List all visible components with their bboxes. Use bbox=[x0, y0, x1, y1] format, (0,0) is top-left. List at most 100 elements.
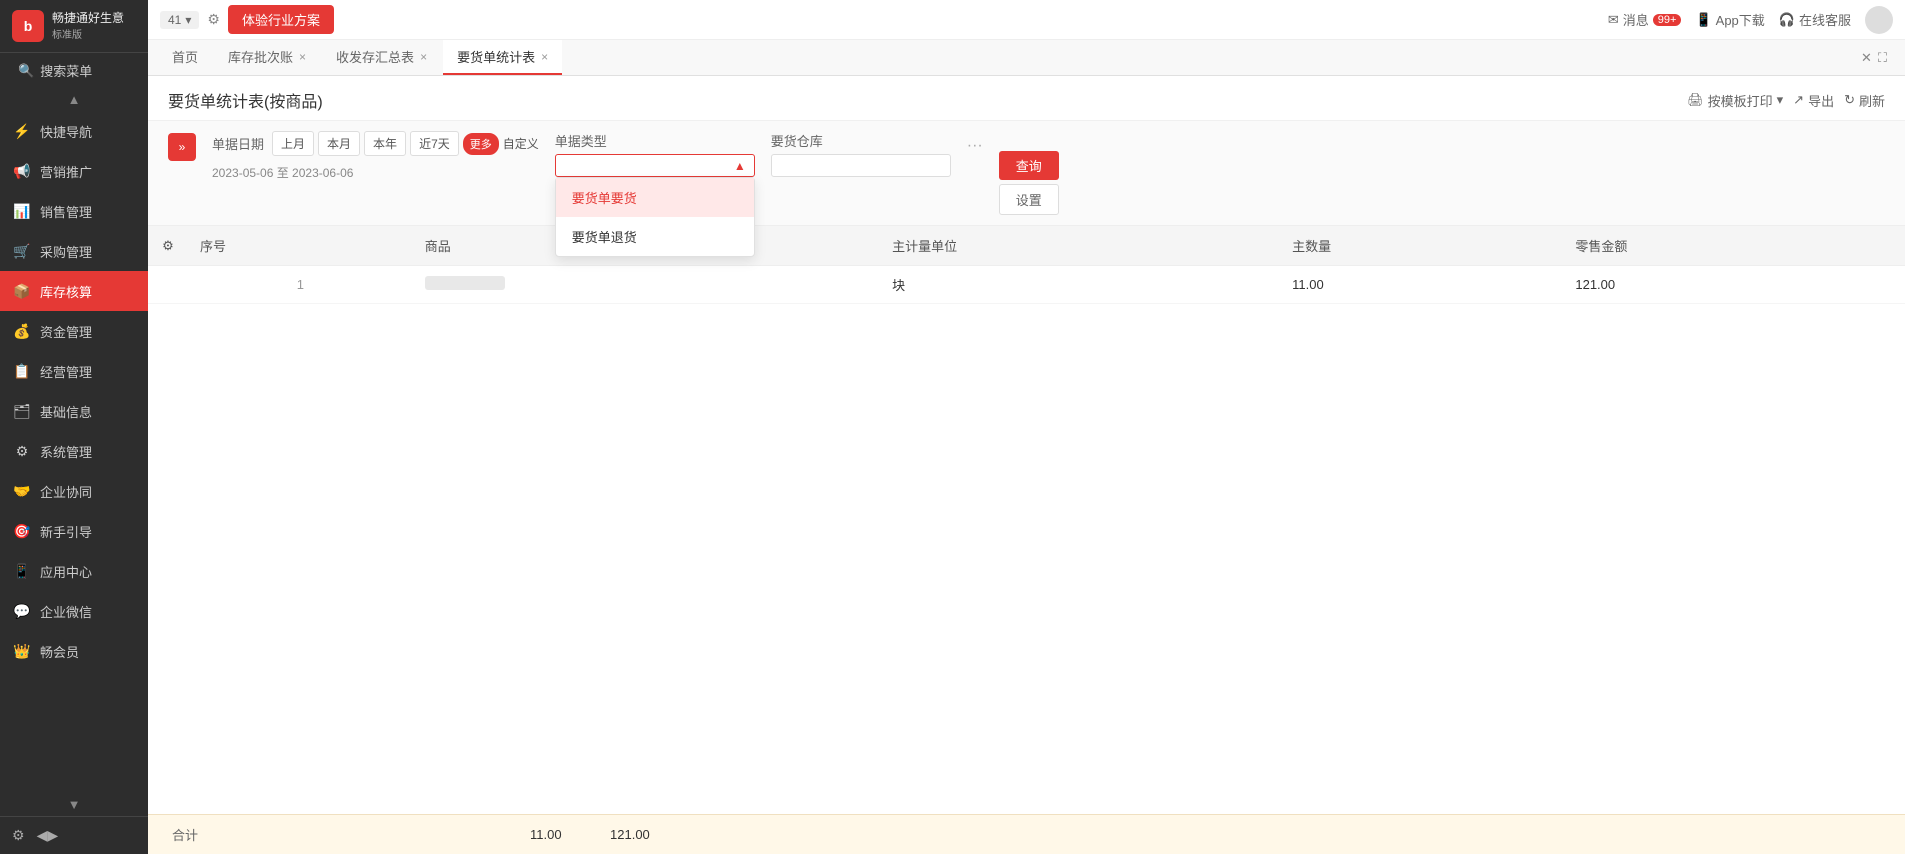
sidebar-item-vip[interactable]: 👑 畅会员 bbox=[0, 631, 148, 671]
warehouse-filter-input-box[interactable] bbox=[771, 154, 951, 177]
sidebar-item-sales[interactable]: 📊 销售管理 bbox=[0, 191, 148, 231]
topbar-settings-icon[interactable]: ⚙ bbox=[207, 11, 220, 28]
settings-bottom-icon[interactable]: ⚙ bbox=[12, 827, 25, 844]
sidebar-item-newbie[interactable]: 🎯 新手引导 bbox=[0, 511, 148, 551]
tab-order-summary-close[interactable]: × bbox=[541, 50, 548, 64]
sidebar-search[interactable]: 🔍 搜索菜单 bbox=[0, 53, 148, 88]
sidebar-item-base-info[interactable]: 🗂 基础信息 bbox=[0, 391, 148, 431]
type-filter-input-box[interactable]: ▲ bbox=[555, 154, 755, 177]
cell-quantity: 11.00 bbox=[1280, 266, 1563, 304]
export-action[interactable]: ↗ 导出 bbox=[1793, 91, 1834, 110]
col-header-settings[interactable]: ⚙ bbox=[148, 226, 188, 266]
tab-close-all-icon[interactable]: ✕ bbox=[1861, 50, 1872, 66]
cooperation-icon: 🤝 bbox=[12, 481, 32, 501]
sidebar-item-finance[interactable]: 💰 资金管理 bbox=[0, 311, 148, 351]
query-button[interactable]: 查询 bbox=[999, 151, 1059, 180]
tab-stock-batch-close[interactable]: × bbox=[299, 50, 306, 64]
purchase-icon: 🛒 bbox=[12, 241, 32, 261]
type-filter-input[interactable] bbox=[564, 158, 734, 173]
sidebar-item-system[interactable]: ⚙ 系统管理 bbox=[0, 431, 148, 471]
cell-settings bbox=[148, 266, 188, 304]
messages-label: 消息 bbox=[1623, 10, 1649, 29]
data-table-area: ⚙ 序号 商品 主计量单位 主数量 零售金额 1 块 11.00 bbox=[148, 226, 1905, 814]
sidebar-item-operations[interactable]: 📋 经营管理 bbox=[0, 351, 148, 391]
type-filter-arrow-icon[interactable]: ▲ bbox=[734, 159, 746, 173]
sidebar-item-wechat[interactable]: 💬 企业微信 bbox=[0, 591, 148, 631]
print-icon: 🖨 bbox=[1687, 92, 1704, 108]
topbar-left: 41 ▾ ⚙ 体验行业方案 bbox=[160, 5, 1598, 34]
date-filter-buttons: 上月 本月 本年 近7天 更多 自定义 bbox=[272, 131, 539, 156]
cell-amount: 121.00 bbox=[1563, 266, 1905, 304]
refresh-action[interactable]: ↻ 刷新 bbox=[1844, 91, 1885, 110]
topbar: 41 ▾ ⚙ 体验行业方案 ✉ 消息 99+ 📱 App下载 🎧 在线客服 bbox=[148, 0, 1905, 40]
tab-expand: ✕ ⛶ bbox=[1853, 40, 1895, 75]
dropdown-item-order-return[interactable]: 要货单退货 bbox=[556, 217, 754, 256]
print-action[interactable]: 🖨 按模板打印 ▾ bbox=[1687, 91, 1783, 110]
online-service-item[interactable]: 🎧 在线客服 bbox=[1779, 10, 1851, 29]
tab-stock-batch[interactable]: 库存批次账 × bbox=[214, 40, 320, 75]
collapse-icon[interactable]: ◀▶ bbox=[37, 827, 59, 844]
date-custom-label[interactable]: 自定义 bbox=[503, 135, 539, 152]
sidebar-item-label: 基础信息 bbox=[40, 402, 92, 421]
sidebar-item-label: 资金管理 bbox=[40, 322, 92, 341]
sidebar-item-marketing[interactable]: 📢 营销推广 bbox=[0, 151, 148, 191]
operations-icon: 📋 bbox=[12, 361, 32, 381]
main-area: 41 ▾ ⚙ 体验行业方案 ✉ 消息 99+ 📱 App下载 🎧 在线客服 bbox=[148, 0, 1905, 854]
warehouse-filter-label: 要货仓库 bbox=[771, 131, 951, 150]
app-download-item[interactable]: 📱 App下载 bbox=[1695, 10, 1764, 29]
sidebar-item-label: 快捷导航 bbox=[40, 122, 92, 141]
sidebar-item-label: 系统管理 bbox=[40, 442, 92, 461]
sidebar-item-app-center[interactable]: 📱 应用中心 bbox=[0, 551, 148, 591]
footer-label: 合计 bbox=[160, 825, 210, 844]
scroll-up-arrow[interactable]: ▲ bbox=[0, 88, 148, 111]
tab-receive-summary-close[interactable]: × bbox=[420, 50, 427, 64]
date-filter-label: 单据日期 bbox=[212, 134, 264, 153]
app-center-icon: 📱 bbox=[12, 561, 32, 581]
scroll-down-arrow[interactable]: ▼ bbox=[0, 793, 148, 816]
tab-stock-batch-label: 库存批次账 bbox=[228, 47, 293, 66]
tab-receive-summary[interactable]: 收发存汇总表 × bbox=[322, 40, 441, 75]
sidebar-item-label: 库存核算 bbox=[40, 282, 92, 301]
sidebar-item-quick-nav[interactable]: ⚡ 快捷导航 bbox=[0, 111, 148, 151]
date-btn-last-month[interactable]: 上月 bbox=[272, 131, 314, 156]
dropdown-item-order-goods[interactable]: 要货单要货 bbox=[556, 178, 754, 217]
date-btn-last-7days[interactable]: 近7天 bbox=[410, 131, 459, 156]
inventory-icon: 📦 bbox=[12, 281, 32, 301]
app-download-label: App下载 bbox=[1716, 10, 1765, 29]
marketing-icon: 📢 bbox=[12, 161, 32, 181]
user-avatar[interactable] bbox=[1865, 6, 1893, 34]
quick-nav-icon: ⚡ bbox=[12, 121, 32, 141]
date-btn-more[interactable]: 更多 bbox=[463, 133, 499, 155]
settings-button[interactable]: 设置 bbox=[999, 184, 1059, 215]
sidebar-item-label: 销售管理 bbox=[40, 202, 92, 221]
sidebar: b 畅捷通好生意 标准版 🔍 搜索菜单 ▲ ⚡ 快捷导航 📢 营销推广 📊 销售… bbox=[0, 0, 148, 854]
tab-home[interactable]: 首页 bbox=[158, 40, 212, 75]
date-range-display: 2023-05-06 至 2023-06-06 bbox=[212, 164, 539, 181]
chevron-down-icon[interactable]: ▾ bbox=[185, 13, 191, 27]
sidebar-item-label: 企业协同 bbox=[40, 482, 92, 501]
sidebar-menu: ⚡ 快捷导航 📢 营销推广 📊 销售管理 🛒 采购管理 📦 库存核算 💰 资金管… bbox=[0, 111, 148, 793]
page-actions: 🖨 按模板打印 ▾ ↗ 导出 ↻ 刷新 bbox=[1687, 91, 1885, 110]
cell-num: 1 bbox=[188, 266, 413, 304]
promo-button[interactable]: 体验行业方案 bbox=[228, 5, 334, 34]
filter-expand-button[interactable]: » bbox=[168, 133, 196, 161]
sidebar-search-label: 搜索菜单 bbox=[40, 61, 92, 80]
sidebar-item-purchase[interactable]: 🛒 采购管理 bbox=[0, 231, 148, 271]
sidebar-item-cooperation[interactable]: 🤝 企业协同 bbox=[0, 471, 148, 511]
sidebar-item-label: 新手引导 bbox=[40, 522, 92, 541]
online-service-label: 在线客服 bbox=[1799, 10, 1851, 29]
messages-item[interactable]: ✉ 消息 99+ bbox=[1608, 10, 1682, 29]
sidebar-item-label: 应用中心 bbox=[40, 562, 92, 581]
date-btn-this-year[interactable]: 本年 bbox=[364, 131, 406, 156]
app-logo-icon: b bbox=[12, 10, 44, 42]
tab-fullscreen-icon[interactable]: ⛶ bbox=[1878, 50, 1887, 66]
date-btn-this-month[interactable]: 本月 bbox=[318, 131, 360, 156]
col-header-num: 序号 bbox=[188, 226, 413, 266]
sidebar-logo: b 畅捷通好生意 标准版 bbox=[0, 0, 148, 53]
filter-more-options-icon[interactable]: ··· bbox=[967, 137, 983, 155]
warehouse-filter-input[interactable] bbox=[780, 158, 942, 173]
print-chevron-icon[interactable]: ▾ bbox=[1777, 92, 1784, 108]
sidebar-item-inventory[interactable]: 📦 库存核算 bbox=[0, 271, 148, 311]
tabbar: 首页 库存批次账 × 收发存汇总表 × 要货单统计表 × ✕ ⛶ bbox=[148, 40, 1905, 76]
tab-order-summary[interactable]: 要货单统计表 × bbox=[443, 40, 562, 75]
